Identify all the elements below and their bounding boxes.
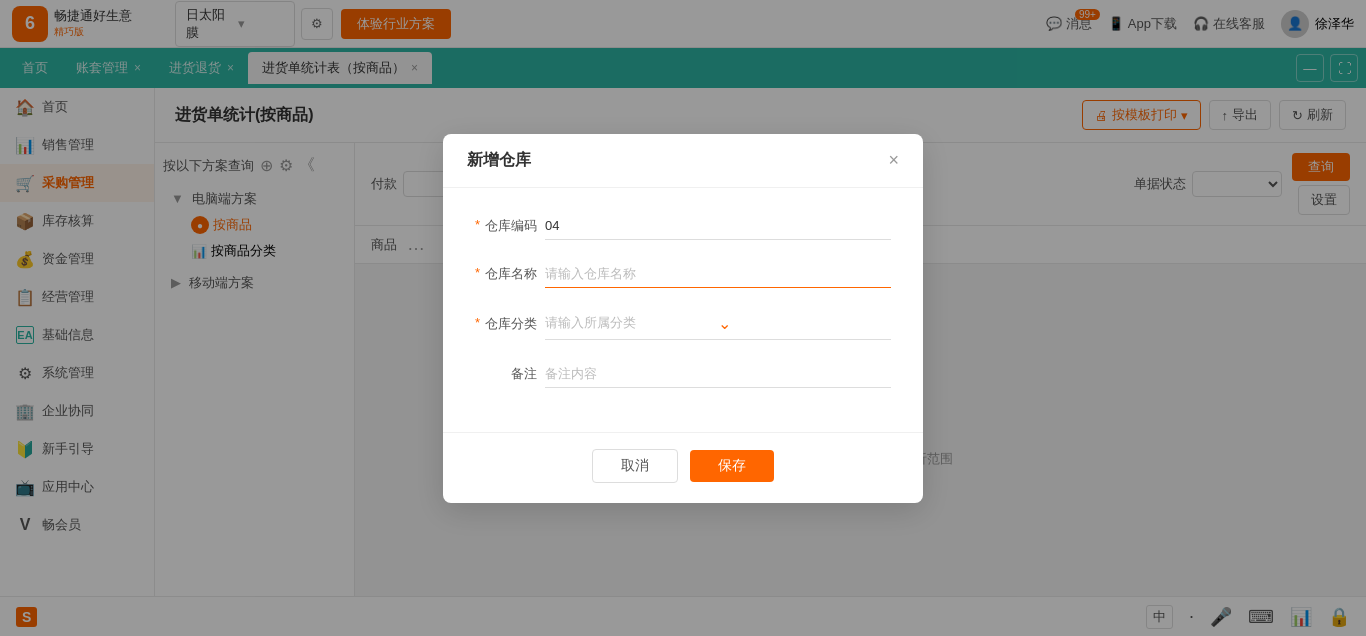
code-label: 仓库编码: [475, 217, 545, 235]
category-placeholder: 请输入所属分类: [545, 314, 718, 332]
cancel-button[interactable]: 取消: [592, 449, 678, 483]
form-row-note: 备注: [475, 360, 891, 388]
modal-overlay[interactable]: 新增仓库 × 仓库编码 仓库名称 仓库分类 请输入所属分类 ⌄: [0, 0, 1366, 636]
modal-new-warehouse: 新增仓库 × 仓库编码 仓库名称 仓库分类 请输入所属分类 ⌄: [443, 134, 923, 503]
code-input[interactable]: [545, 212, 891, 240]
modal-close-button[interactable]: ×: [888, 150, 899, 171]
category-arrow-icon: ⌄: [718, 314, 891, 333]
form-row-code: 仓库编码: [475, 212, 891, 240]
note-input[interactable]: [545, 360, 891, 388]
modal-footer: 取消 保存: [443, 432, 923, 503]
note-label: 备注: [475, 365, 545, 383]
name-label: 仓库名称: [475, 265, 545, 283]
form-row-name: 仓库名称: [475, 260, 891, 288]
modal-body: 仓库编码 仓库名称 仓库分类 请输入所属分类 ⌄ 备注: [443, 188, 923, 432]
save-button[interactable]: 保存: [690, 450, 774, 482]
modal-header: 新增仓库 ×: [443, 134, 923, 188]
modal-title: 新增仓库: [467, 150, 531, 171]
name-input[interactable]: [545, 260, 891, 288]
category-label: 仓库分类: [475, 315, 545, 333]
category-select[interactable]: 请输入所属分类 ⌄: [545, 308, 891, 340]
form-row-category: 仓库分类 请输入所属分类 ⌄: [475, 308, 891, 340]
